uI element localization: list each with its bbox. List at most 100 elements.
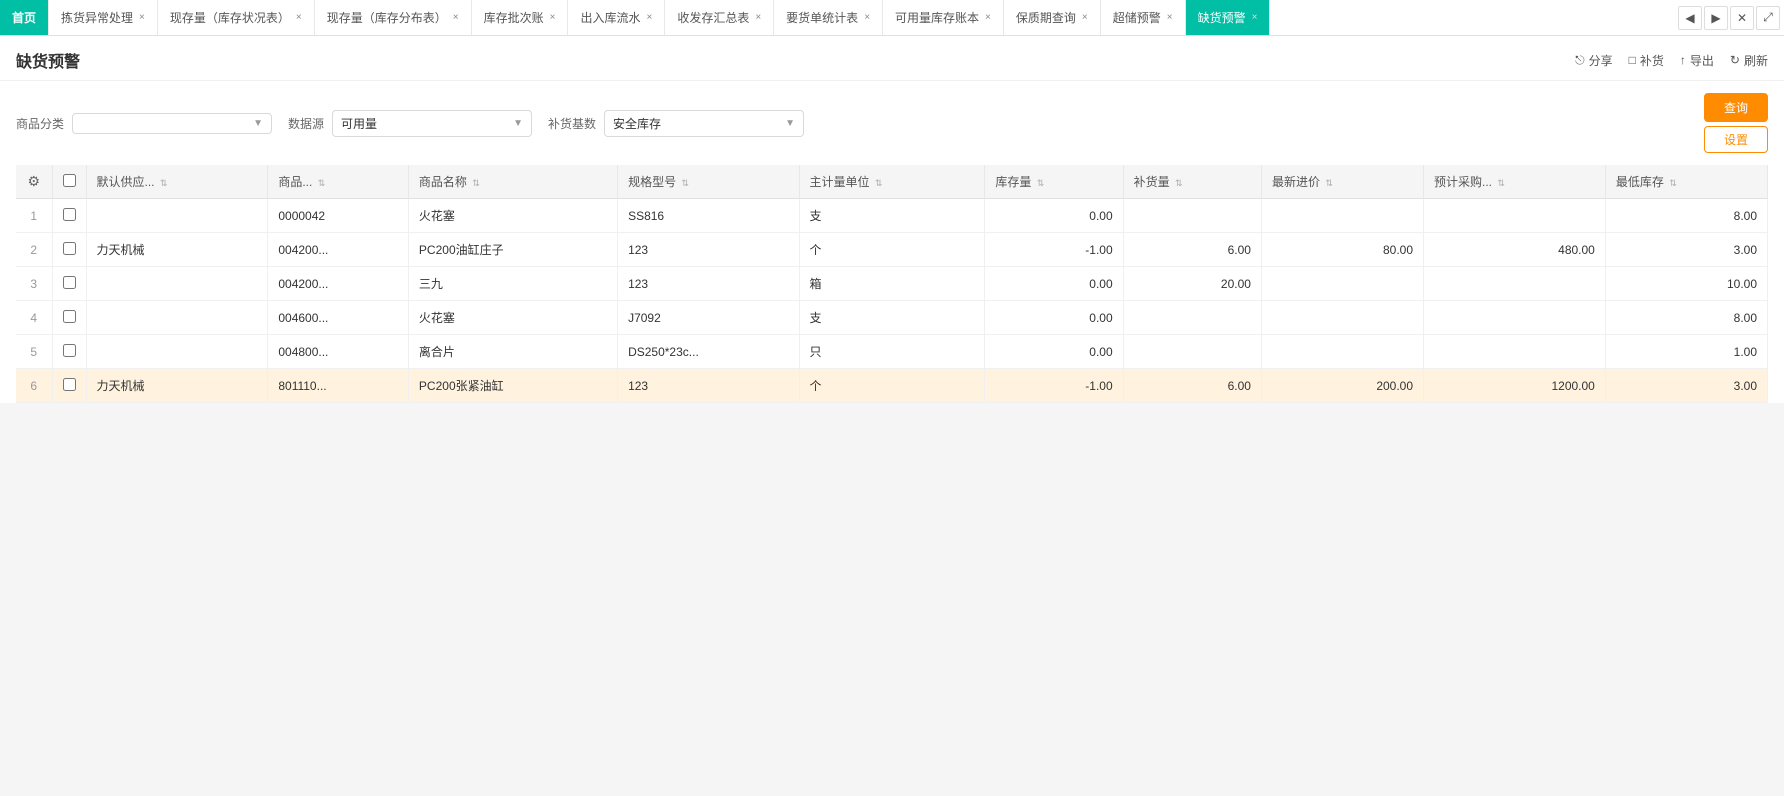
row-default-supplier: [86, 335, 268, 369]
tab-pick-exception-close[interactable]: ×: [139, 12, 145, 23]
row-checkbox[interactable]: [63, 208, 76, 221]
tab-overstock-warning-label: 超储预警: [1113, 9, 1161, 26]
query-button[interactable]: 查询: [1704, 93, 1768, 122]
row-default-supplier: 力天机械: [86, 369, 268, 403]
row-product-code: 004600...: [268, 301, 409, 335]
tab-home[interactable]: 首页: [0, 0, 49, 35]
row-number: 4: [16, 301, 52, 335]
refresh-label: 刷新: [1744, 52, 1768, 69]
gear-header[interactable]: ⚙: [16, 165, 52, 199]
tab-overstock-warning-close[interactable]: ×: [1167, 12, 1173, 23]
row-checkbox-cell[interactable]: [52, 335, 86, 369]
replenish-basis-select[interactable]: 安全库存 ▼: [604, 110, 804, 137]
tab-inventory-status-label: 现存量（库存状况表）: [170, 9, 290, 26]
col-spec-label: 规格型号: [628, 175, 676, 189]
filter-bar: 商品分类 ▼ 数据源 可用量 ▼ 补货基数 安全库存 ▼ 查询 设置: [0, 81, 1784, 165]
tab-receive-summary[interactable]: 收发存汇总表 ×: [665, 0, 774, 35]
nav-fullscreen-button[interactable]: ⤢: [1756, 6, 1780, 30]
row-product-code: 004200...: [268, 267, 409, 301]
row-checkbox[interactable]: [63, 242, 76, 255]
row-estimated-purchase: 1200.00: [1424, 369, 1606, 403]
tab-available-ledger[interactable]: 可用量库存账本 ×: [883, 0, 1004, 35]
sort-product-code-icon[interactable]: ⇅: [318, 178, 326, 189]
tab-receive-summary-close[interactable]: ×: [755, 12, 761, 23]
tab-order-stats[interactable]: 要货单统计表 ×: [774, 0, 883, 35]
settings-button[interactable]: 设置: [1704, 126, 1768, 153]
header-actions: ⎋ 分享 □ 补货 ↑ 导出 ↻ 刷新: [1575, 52, 1768, 69]
sort-stock-icon[interactable]: ⇅: [1037, 178, 1045, 189]
sort-default-supplier-icon[interactable]: ⇅: [160, 178, 168, 189]
sort-estimated-purchase-icon[interactable]: ⇅: [1497, 178, 1505, 189]
nav-controls: ◀ ▶ ✕ ⤢: [1674, 6, 1784, 30]
row-checkbox-cell[interactable]: [52, 199, 86, 233]
export-button[interactable]: ↑ 导出: [1680, 52, 1714, 69]
nav-next-button[interactable]: ▶: [1704, 6, 1728, 30]
row-product-name: PC200张紧油缸: [408, 369, 617, 403]
sort-replenish-qty-icon[interactable]: ⇅: [1175, 178, 1183, 189]
row-checkbox-cell[interactable]: [52, 369, 86, 403]
col-product-code: 商品... ⇅: [268, 165, 409, 199]
row-product-name: PC200油缸庄子: [408, 233, 617, 267]
share-button[interactable]: ⎋ 分享: [1575, 52, 1613, 69]
row-latest-price: 200.00: [1261, 369, 1423, 403]
row-checkbox[interactable]: [63, 276, 76, 289]
tab-batch-account-close[interactable]: ×: [550, 12, 556, 23]
tab-inventory-status[interactable]: 现存量（库存状况表） ×: [158, 0, 315, 35]
row-unit: 个: [799, 369, 985, 403]
row-stock: 0.00: [985, 199, 1123, 233]
sort-unit-icon[interactable]: ⇅: [875, 178, 883, 189]
tab-expiry-query[interactable]: 保质期查询 ×: [1004, 0, 1101, 35]
tab-inventory-dist[interactable]: 现存量（库存分布表） ×: [315, 0, 472, 35]
checkbox-header[interactable]: [52, 165, 86, 199]
tab-expiry-query-close[interactable]: ×: [1082, 12, 1088, 23]
replenish-basis-value: 安全库存: [613, 115, 661, 132]
col-default-supplier: 默认供应... ⇅: [86, 165, 268, 199]
select-all-checkbox[interactable]: [63, 174, 76, 187]
refresh-button[interactable]: ↻ 刷新: [1730, 52, 1768, 69]
tab-order-stats-label: 要货单统计表: [786, 9, 858, 26]
nav-prev-button[interactable]: ◀: [1678, 6, 1702, 30]
row-checkbox-cell[interactable]: [52, 267, 86, 301]
sort-spec-icon[interactable]: ⇅: [681, 178, 689, 189]
sort-min-stock-icon[interactable]: ⇅: [1669, 178, 1677, 189]
row-min-stock: 3.00: [1605, 369, 1767, 403]
table-row: 4 004600... 火花塞 J7092 支 0.00 8.00: [16, 301, 1768, 335]
row-latest-price: [1261, 335, 1423, 369]
tab-batch-account[interactable]: 库存批次账 ×: [472, 0, 569, 35]
gear-icon[interactable]: ⚙: [27, 173, 40, 189]
sort-product-name-icon[interactable]: ⇅: [472, 178, 480, 189]
tab-pick-exception[interactable]: 拣货异常处理 ×: [49, 0, 158, 35]
col-min-stock-label: 最低库存: [1616, 175, 1664, 189]
tab-order-stats-close[interactable]: ×: [864, 12, 870, 23]
tab-in-out-flow-close[interactable]: ×: [646, 12, 652, 23]
tab-batch-account-label: 库存批次账: [484, 9, 544, 26]
datasource-select-value: 可用量: [341, 115, 377, 132]
row-checkbox[interactable]: [63, 378, 76, 391]
datasource-select[interactable]: 可用量 ▼: [332, 110, 532, 137]
replenish-button[interactable]: □ 补货: [1629, 52, 1664, 69]
row-stock: 0.00: [985, 267, 1123, 301]
row-checkbox-cell[interactable]: [52, 233, 86, 267]
tab-inventory-dist-close[interactable]: ×: [453, 12, 459, 23]
tab-shortage-warning-close[interactable]: ×: [1252, 12, 1258, 23]
replenish-basis-label: 补货基数: [548, 115, 596, 132]
nav-close-button[interactable]: ✕: [1730, 6, 1754, 30]
row-replenish-qty: 6.00: [1123, 233, 1261, 267]
row-default-supplier: [86, 267, 268, 301]
tab-available-ledger-close[interactable]: ×: [985, 12, 991, 23]
sort-latest-price-icon[interactable]: ⇅: [1325, 178, 1333, 189]
tab-overstock-warning[interactable]: 超储预警 ×: [1101, 0, 1186, 35]
row-checkbox[interactable]: [63, 310, 76, 323]
row-estimated-purchase: 480.00: [1424, 233, 1606, 267]
tab-in-out-flow[interactable]: 出入库流水 ×: [568, 0, 665, 35]
row-checkbox[interactable]: [63, 344, 76, 357]
row-product-name: 三九: [408, 267, 617, 301]
row-checkbox-cell[interactable]: [52, 301, 86, 335]
tab-shortage-warning[interactable]: 缺货预警 ×: [1186, 0, 1271, 35]
page-title: 缺货预警: [16, 48, 80, 72]
tab-inventory-status-close[interactable]: ×: [296, 12, 302, 23]
row-default-supplier: [86, 199, 268, 233]
col-replenish-qty-label: 补货量: [1134, 175, 1170, 189]
col-latest-price: 最新进价 ⇅: [1261, 165, 1423, 199]
category-select[interactable]: ▼: [72, 113, 272, 134]
